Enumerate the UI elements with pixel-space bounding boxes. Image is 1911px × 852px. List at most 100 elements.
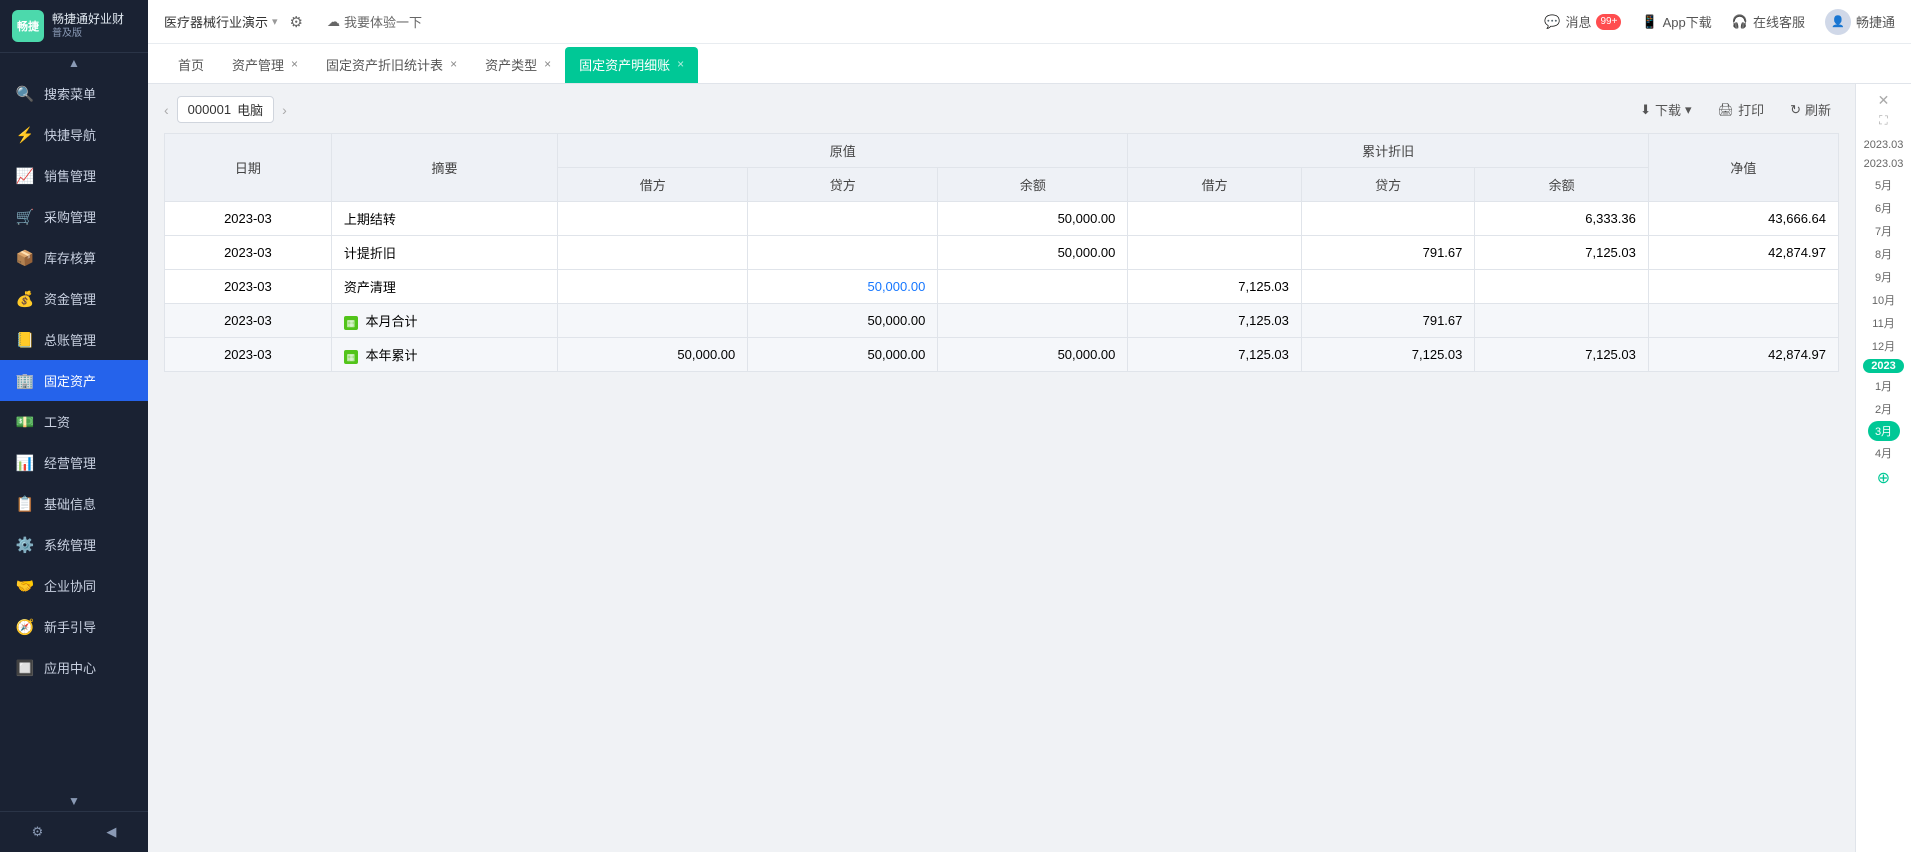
sidebar-item-business[interactable]: 📊 经营管理 xyxy=(0,442,148,483)
sidebar-settings-btn[interactable]: ⚙ xyxy=(24,820,52,844)
timeline-bottom-section: 1月 2月 3月 4月 xyxy=(1856,375,1911,464)
page-content: ‹ 000001 电脑 › ⬇ 下载 ▾ 🖨 打印 xyxy=(148,84,1911,852)
tab-depreciation-stats-close[interactable]: × xyxy=(450,57,457,71)
timeline-active-year[interactable]: 2023 xyxy=(1863,359,1903,373)
timeline-item-2[interactable]: 2月 xyxy=(1856,398,1911,420)
timeline-item-9[interactable]: 9月 xyxy=(1856,266,1911,288)
sidebar-item-sales[interactable]: 📈 销售管理 xyxy=(0,155,148,196)
topbar-settings-icon[interactable]: ⚙ xyxy=(290,13,303,31)
timeline-item-7[interactable]: 7月 xyxy=(1856,220,1911,242)
sidebar: 畅捷 畅捷通好业财 普及版 ▲ 🔍 搜索菜单 ⚡ 快捷导航 📈 销售管理 🛒 采… xyxy=(0,0,148,852)
cell-summary: ▦ 本月合计 xyxy=(331,304,557,338)
col-date: 日期 xyxy=(165,134,332,202)
chevron-down-icon: ▾ xyxy=(272,15,278,28)
scroll-down-arrow: ▼ xyxy=(68,794,80,808)
tab-asset-mgmt-close[interactable]: × xyxy=(291,57,298,71)
cell-date: 2023-03 xyxy=(165,338,332,372)
sidebar-scroll-up[interactable]: ▲ xyxy=(0,53,148,73)
sidebar-item-app-center[interactable]: 🔲 应用中心 xyxy=(0,647,148,688)
sidebar-item-purchase[interactable]: 🛒 采购管理 xyxy=(0,196,148,237)
sidebar-collapse-btn[interactable]: ◀ xyxy=(98,820,124,844)
search-icon: 🔍 xyxy=(16,85,34,103)
sidebar-item-fixed-assets[interactable]: 🏢 固定资产 xyxy=(0,360,148,401)
timeline-item-2023-03-top2[interactable]: 2023.03 xyxy=(1856,155,1911,173)
app-download-action[interactable]: 📱 App下载 xyxy=(1641,12,1711,31)
fixed-assets-icon: 🏢 xyxy=(16,372,34,390)
sidebar-item-search[interactable]: 🔍 搜索菜单 xyxy=(0,73,148,114)
col-orig-balance: 余额 xyxy=(938,168,1128,202)
cell-net-value: 43,666.64 xyxy=(1648,202,1838,236)
green-tag-icon: ▦ xyxy=(344,350,358,364)
tab-asset-detail-close[interactable]: × xyxy=(677,57,684,71)
topbar: 医疗器械行业演示 ▾ ⚙ ☁ 我要体验一下 💬 消息 99+ 📱 App下载 🎧… xyxy=(148,0,1911,44)
tab-asset-type[interactable]: 资产类型 × xyxy=(471,47,565,83)
timeline-item-4[interactable]: 4月 xyxy=(1856,442,1911,464)
timeline-expand-btn[interactable]: ⛶ xyxy=(1879,113,1887,128)
timeline-item-1[interactable]: 1月 xyxy=(1856,375,1911,397)
sidebar-nav: 🔍 搜索菜单 ⚡ 快捷导航 📈 销售管理 🛒 采购管理 📦 库存核算 💰 资金管… xyxy=(0,73,148,791)
timeline-more-btn[interactable]: ⊕ xyxy=(1877,468,1890,488)
system-icon: ⚙️ xyxy=(16,536,34,554)
tab-asset-type-close[interactable]: × xyxy=(544,57,551,71)
refresh-icon: ↻ xyxy=(1790,102,1801,118)
cell-net-value: 42,874.97 xyxy=(1648,236,1838,270)
experience-button[interactable]: ☁ 我要体验一下 xyxy=(327,12,422,31)
tab-home[interactable]: 首页 xyxy=(164,47,218,83)
timeline-item-5[interactable]: 5月 xyxy=(1856,174,1911,196)
company-selector[interactable]: 医疗器械行业演示 ▾ xyxy=(164,12,278,31)
timeline-item-3-active[interactable]: 3月 xyxy=(1868,421,1900,441)
messages-action[interactable]: 💬 消息 99+ xyxy=(1544,12,1621,31)
sidebar-item-quick-nav[interactable]: ⚡ 快捷导航 xyxy=(0,114,148,155)
sidebar-item-ledger[interactable]: 📒 总账管理 xyxy=(0,319,148,360)
tab-depreciation-stats[interactable]: 固定资产折旧统计表 × xyxy=(312,47,471,83)
refresh-button[interactable]: ↻ 刷新 xyxy=(1782,96,1839,123)
sidebar-item-basic-info[interactable]: 📋 基础信息 xyxy=(0,483,148,524)
sidebar-item-label: 资金管理 xyxy=(44,289,96,308)
sidebar-item-system[interactable]: ⚙️ 系统管理 xyxy=(0,524,148,565)
timeline-item-2023-03-top1[interactable]: 2023.03 xyxy=(1856,136,1911,154)
cell-net-value: 42,874.97 xyxy=(1648,338,1838,372)
prev-asset-arrow[interactable]: ‹ xyxy=(164,102,169,118)
ledger-icon: 📒 xyxy=(16,331,34,349)
sidebar-item-label: 库存核算 xyxy=(44,248,96,267)
sales-icon: 📈 xyxy=(16,167,34,185)
timeline-item-12[interactable]: 12月 xyxy=(1856,335,1911,357)
sidebar-item-finance[interactable]: 💰 资金管理 xyxy=(0,278,148,319)
basic-info-icon: 📋 xyxy=(16,495,34,513)
col-original-value: 原值 xyxy=(558,134,1128,168)
quick-nav-icon: ⚡ xyxy=(16,126,34,144)
sidebar-scroll-down[interactable]: ▼ xyxy=(0,791,148,811)
timeline-item-8[interactable]: 8月 xyxy=(1856,243,1911,265)
app-download-icon: 📱 xyxy=(1641,14,1657,30)
app-download-label: App下载 xyxy=(1663,12,1712,31)
timeline-item-11[interactable]: 11月 xyxy=(1856,312,1911,334)
sidebar-item-collab[interactable]: 🤝 企业协同 xyxy=(0,565,148,606)
sidebar-item-salary[interactable]: 💵 工资 xyxy=(0,401,148,442)
cell-date: 2023-03 xyxy=(165,304,332,338)
cell-dep-credit xyxy=(1301,270,1474,304)
print-button[interactable]: 🖨 打印 xyxy=(1710,96,1773,123)
cell-orig-credit: 50,000.00 xyxy=(748,338,938,372)
user-action[interactable]: 👤 畅捷通 xyxy=(1825,9,1895,35)
sidebar-item-guide[interactable]: 🧭 新手引导 xyxy=(0,606,148,647)
sidebar-item-label: 基础信息 xyxy=(44,494,96,513)
topbar-left: 医疗器械行业演示 ▾ ⚙ ☁ 我要体验一下 xyxy=(164,12,422,31)
next-asset-arrow[interactable]: › xyxy=(282,102,287,118)
cell-dep-credit: 791.67 xyxy=(1301,304,1474,338)
timeline-item-10[interactable]: 10月 xyxy=(1856,289,1911,311)
table-row-total: 2023-03 ▦ 本年累计 50,000.00 50,000.00 50,00… xyxy=(165,338,1839,372)
sidebar-item-inventory[interactable]: 📦 库存核算 xyxy=(0,237,148,278)
tab-asset-mgmt[interactable]: 资产管理 × xyxy=(218,47,312,83)
cell-orig-balance: 50,000.00 xyxy=(938,202,1128,236)
timeline-top-section: 2023.03 2023.03 5月 6月 7月 8月 9月 10月 11月 1… xyxy=(1856,136,1911,357)
tab-asset-mgmt-label: 资产管理 xyxy=(232,55,284,74)
timeline-item-6[interactable]: 6月 xyxy=(1856,197,1911,219)
customer-service-action[interactable]: 🎧 在线客服 xyxy=(1732,12,1805,31)
download-button[interactable]: ⬇ 下载 ▾ xyxy=(1632,96,1699,123)
tab-asset-detail[interactable]: 固定资产明细账 × xyxy=(565,47,698,83)
timeline-close-btn[interactable]: ✕ xyxy=(1878,92,1890,109)
experience-label: 我要体验一下 xyxy=(344,12,422,31)
sidebar-item-label: 工资 xyxy=(44,412,70,431)
asset-name: 电脑 xyxy=(237,100,263,119)
cell-dep-credit xyxy=(1301,202,1474,236)
